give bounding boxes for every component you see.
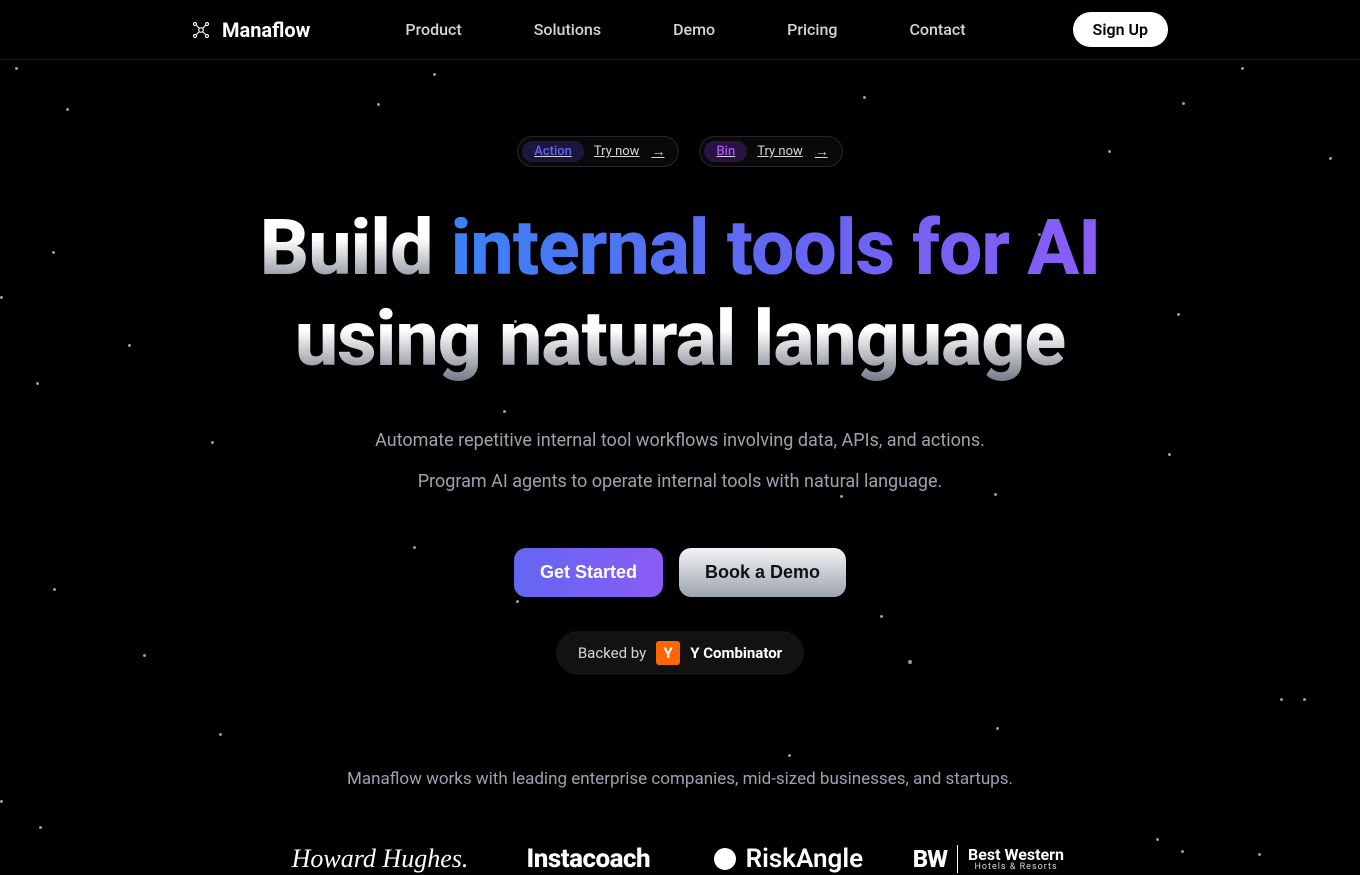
pill-action-cta: Try now	[594, 144, 640, 159]
bw-name: Best Western	[968, 847, 1064, 863]
site-header: Manaflow Product Solutions Demo Pricing …	[0, 0, 1360, 60]
backed-by-badge[interactable]: Backed by Y Y Combinator	[556, 631, 804, 675]
brand-name: Manaflow	[222, 18, 310, 42]
headline-part2: using natural language	[295, 294, 1065, 384]
headline-highlight: internal tools for AI	[451, 203, 1101, 293]
backed-name: Y Combinator	[690, 644, 782, 662]
nav-link-pricing[interactable]: Pricing	[787, 20, 837, 39]
hero-headline: Build internal tools for AI using natura…	[260, 203, 1100, 385]
signup-button[interactable]: Sign Up	[1073, 12, 1168, 47]
pill-bin-tag: Bin	[704, 141, 747, 162]
cta-row: Get Started Book a Demo	[514, 548, 846, 597]
nav-link-solutions[interactable]: Solutions	[534, 20, 601, 39]
hero-section: Action Try now → Bin Try now → Build int…	[0, 60, 1360, 875]
book-demo-button[interactable]: Book a Demo	[679, 548, 846, 597]
nav-link-product[interactable]: Product	[405, 20, 461, 39]
pill-action-tag: Action	[522, 141, 584, 162]
subtext-line1: Automate repetitive internal tool workfl…	[375, 427, 985, 456]
client-logo-riskangle: RiskAngle	[708, 843, 868, 875]
brand-logo[interactable]: Manaflow	[192, 18, 310, 42]
headline-part1: Build	[260, 203, 451, 293]
bw-mark: BW	[913, 845, 958, 873]
announcement-pills: Action Try now → Bin Try now →	[517, 136, 843, 167]
bw-sub: Hotels & Resorts	[968, 863, 1064, 872]
primary-nav: Product Solutions Demo Pricing Contact	[405, 20, 965, 39]
pill-bin-cta: Try now	[757, 144, 803, 159]
brand-icon	[192, 21, 210, 39]
arrow-right-icon: →	[651, 143, 664, 160]
yc-icon: Y	[656, 641, 680, 665]
pill-action[interactable]: Action Try now →	[517, 136, 679, 167]
client-logo-howard-hughes: Howard Hughes.	[292, 843, 469, 875]
arrow-right-icon: →	[815, 143, 828, 160]
client-logos-row: Howard Hughes. Instacoach RiskAngle BW B…	[292, 843, 1069, 875]
get-started-button[interactable]: Get Started	[514, 548, 663, 597]
pill-bin[interactable]: Bin Try now →	[699, 136, 842, 167]
backed-prefix: Backed by	[578, 644, 646, 662]
subtext-line2: Program AI agents to operate internal to…	[375, 468, 985, 497]
client-logo-best-western: BW Best Western Hotels & Resorts	[908, 843, 1068, 875]
nav-link-demo[interactable]: Demo	[673, 20, 715, 39]
client-logo-instacoach: Instacoach	[508, 843, 668, 875]
nav-link-contact[interactable]: Contact	[909, 20, 965, 39]
hero-subtext: Automate repetitive internal tool workfl…	[375, 427, 985, 497]
clients-intro-text: Manaflow works with leading enterprise c…	[347, 769, 1013, 789]
